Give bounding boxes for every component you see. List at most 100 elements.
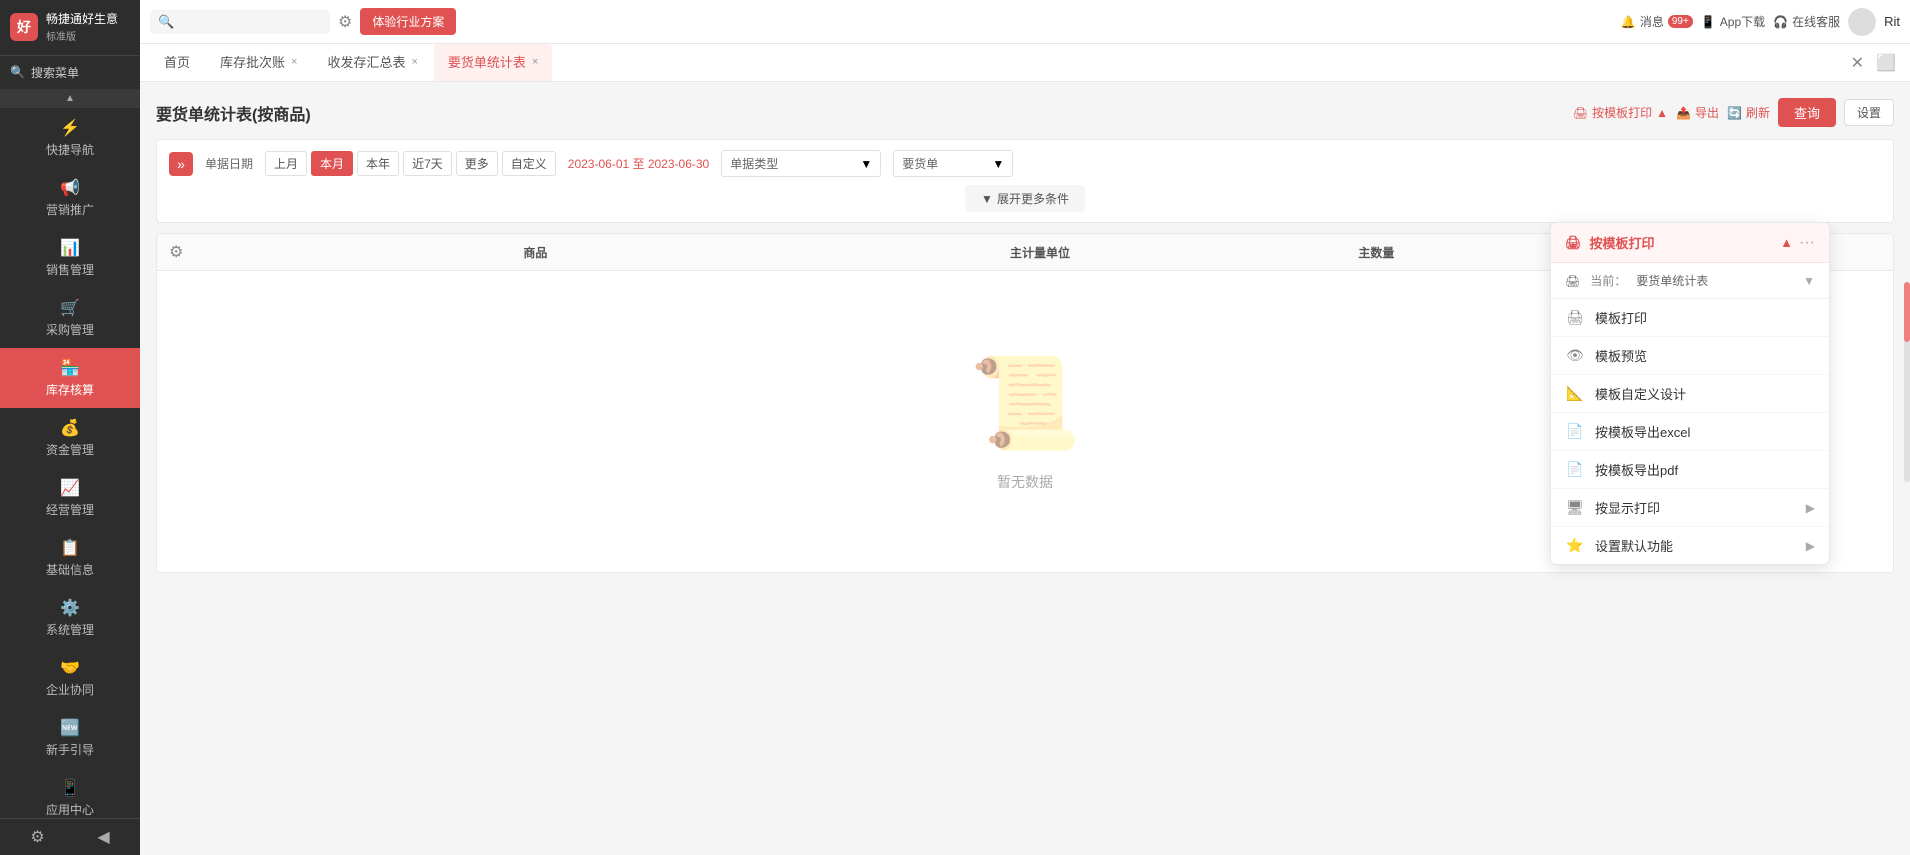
print-arrow-icon: ▲ <box>1656 106 1668 120</box>
sidebar-item-purchase[interactable]: 🛒 采购管理 <box>0 288 140 348</box>
settings-btn[interactable]: 设置 <box>1844 99 1894 126</box>
scroll-up-btn[interactable]: ▲ <box>0 89 140 108</box>
scrollbar-right[interactable] <box>1904 282 1910 482</box>
sidebar: 好 畅捷通好生意 标准版 🔍 搜索菜单 ▲ ⚡ 快捷导航 📢 营销推广 📊 销售… <box>0 0 140 855</box>
tab-inventory-batch[interactable]: 库存批次账 × <box>206 44 311 81</box>
operation-icon: 📈 <box>60 478 80 498</box>
gear-icon[interactable]: ⚙ <box>338 12 352 32</box>
export-icon: 📤 <box>1676 106 1691 120</box>
dropdown-export-excel-label: 按模板导出excel <box>1595 422 1815 441</box>
order-goods-label: 要货单 <box>902 155 986 172</box>
expand-down-icon: ▼ <box>981 192 993 206</box>
date-filter-label: 单据日期 <box>205 155 253 172</box>
system-icon: ⚙️ <box>60 598 80 618</box>
notification-btn[interactable]: 🔔 消息 99+ <box>1621 13 1693 30</box>
date-btn-more[interactable]: 更多 <box>456 151 498 176</box>
sidebar-item-operation[interactable]: 📈 经营管理 <box>0 468 140 528</box>
sidebar-item-apps[interactable]: 📱 应用中心 <box>0 768 140 818</box>
date-group: 上月 本月 本年 近7天 更多 自定义 <box>265 151 556 176</box>
sidebar-item-guide[interactable]: 🆕 新手引导 <box>0 708 140 768</box>
tab-close-order-stats[interactable]: × <box>532 56 538 68</box>
page-title: 要货单统计表(按商品) <box>156 101 311 125</box>
tab-order-stats[interactable]: 要货单统计表 × <box>434 44 552 81</box>
sidebar-item-inventory[interactable]: 🏪 库存核算 <box>0 348 140 408</box>
sidebar-bottom: ⚙ ◀ <box>0 818 140 855</box>
refresh-btn[interactable]: 🔄 刷新 <box>1727 104 1770 121</box>
phone-icon: 📱 <box>1701 15 1716 29</box>
collapse-sidebar-btn[interactable]: ◀ <box>97 827 109 847</box>
dropdown-current-label: 要货单统计表 <box>1636 272 1793 289</box>
tab-close-all-btn[interactable]: ✕ <box>1847 51 1868 75</box>
dropdown-item-template-print[interactable]: 🖨 模板打印 <box>1551 299 1829 337</box>
sidebar-item-basic[interactable]: 📋 基础信息 <box>0 528 140 588</box>
tab-home[interactable]: 首页 <box>150 44 204 81</box>
dropdown-print-icon: 🖨 <box>1565 235 1582 251</box>
search-menu-btn[interactable]: 🔍 搜索菜单 <box>0 56 140 89</box>
sidebar-logo: 好 畅捷通好生意 标准版 <box>0 0 140 56</box>
dropdown-item-template-custom[interactable]: 📐 模板自定义设计 <box>1551 375 1829 413</box>
tab-receipts-summary[interactable]: 收发存汇总表 × <box>313 44 431 81</box>
date-btn-this-year[interactable]: 本年 <box>357 151 399 176</box>
filter-expand-btn[interactable]: » <box>169 152 193 176</box>
dropdown-item-display-print[interactable]: 🖥 按显示打印 ▶ <box>1551 489 1829 527</box>
app-download-btn[interactable]: 📱 App下载 <box>1701 13 1765 30</box>
dropdown-item-export-excel[interactable]: 📄 按模板导出excel <box>1551 413 1829 451</box>
tab-close-inventory-batch[interactable]: × <box>291 56 297 68</box>
date-btn-last-7[interactable]: 近7天 <box>403 151 452 176</box>
tab-close-receipts-summary[interactable]: × <box>411 56 417 68</box>
finance-icon: 💰 <box>60 418 80 438</box>
dropdown-current-prefix: 当前： <box>1590 272 1626 289</box>
sidebar-item-sales[interactable]: 📊 销售管理 <box>0 228 140 288</box>
search-input[interactable] <box>178 15 322 29</box>
print-dropdown-menu: 🖨 按模板打印 ▲ ··· 🖨 当前： 要货单统计表 ▼ 🖨 模板打印 👁 <box>1550 222 1830 565</box>
print-icon: 🖨 <box>1573 106 1588 120</box>
user-avatar[interactable] <box>1848 8 1876 36</box>
order-goods-select[interactable]: 要货单 ▼ <box>893 150 1013 177</box>
date-btn-last-month[interactable]: 上月 <box>265 151 307 176</box>
dropdown-more-btn[interactable]: ··· <box>1799 234 1815 252</box>
dropdown-item-template-preview[interactable]: 👁 模板预览 <box>1551 337 1829 375</box>
collab-icon: 🤝 <box>60 658 80 678</box>
print-btn[interactable]: 🖨 按模板打印 ▲ <box>1573 104 1668 121</box>
dropdown-current-arrow: ▼ <box>1803 274 1815 288</box>
dropdown-item-default-func[interactable]: ⭐ 设置默认功能 ▶ <box>1551 527 1829 564</box>
dropdown-template-preview-label: 模板预览 <box>1595 346 1815 365</box>
dropdown-collapse-btn[interactable]: ▲ <box>1780 235 1793 250</box>
col-goods-header: 商品 <box>199 244 872 261</box>
query-btn[interactable]: 查询 <box>1778 98 1836 127</box>
dropdown-display-print-icon: 🖥 <box>1565 499 1585 516</box>
order-type-select[interactable]: 单据类型 ▼ <box>721 150 881 177</box>
dropdown-item-export-pdf[interactable]: 📄 按模板导出pdf <box>1551 451 1829 489</box>
sidebar-item-marketing[interactable]: 📢 营销推广 <box>0 168 140 228</box>
scrollbar-thumb[interactable] <box>1904 282 1910 342</box>
top-search-box[interactable]: 🔍 <box>150 10 330 34</box>
dropdown-template-print-icon: 🖨 <box>1565 309 1585 326</box>
sidebar-item-finance[interactable]: 💰 资金管理 <box>0 408 140 468</box>
col-settings-icon[interactable]: ⚙ <box>169 242 199 262</box>
tab-maximize-btn[interactable]: ⬜ <box>1872 51 1900 75</box>
refresh-icon: 🔄 <box>1727 106 1742 120</box>
order-goods-arrow-icon: ▼ <box>992 157 1004 171</box>
col-unit-header: 主计量单位 <box>872 244 1208 261</box>
sidebar-item-system[interactable]: ⚙️ 系统管理 <box>0 588 140 648</box>
tab-bar: 首页 库存批次账 × 收发存汇总表 × 要货单统计表 × ✕ ⬜ <box>140 44 1910 82</box>
search-icon: 🔍 <box>10 65 25 79</box>
basic-icon: 📋 <box>60 538 80 558</box>
settings-bottom-icon[interactable]: ⚙ <box>30 827 44 847</box>
purchase-icon: 🛒 <box>60 298 80 318</box>
logo-text: 畅捷通好生意 标准版 <box>46 12 118 43</box>
empty-icon: 📜 <box>969 351 1081 456</box>
expand-more-btn[interactable]: ▼ 展开更多条件 <box>965 185 1085 212</box>
quick-nav-icon: ⚡ <box>60 118 80 138</box>
industry-btn[interactable]: 体验行业方案 <box>360 8 456 35</box>
page-header: 要货单统计表(按商品) 🖨 按模板打印 ▲ 📤 导出 🔄 刷新 查询 设置 <box>156 98 1894 127</box>
online-service-btn[interactable]: 🎧 在线客服 <box>1773 13 1840 30</box>
export-btn[interactable]: 📤 导出 <box>1676 104 1719 121</box>
date-btn-this-month[interactable]: 本月 <box>311 151 353 176</box>
date-btn-custom[interactable]: 自定义 <box>502 151 556 176</box>
sidebar-item-collab[interactable]: 🤝 企业协同 <box>0 648 140 708</box>
dropdown-header-controls: ▲ ··· <box>1780 234 1815 252</box>
dropdown-title-area: 🖨 按模板打印 <box>1565 233 1655 252</box>
bell-icon: 🔔 <box>1621 15 1636 29</box>
sidebar-item-quick-nav[interactable]: ⚡ 快捷导航 <box>0 108 140 168</box>
